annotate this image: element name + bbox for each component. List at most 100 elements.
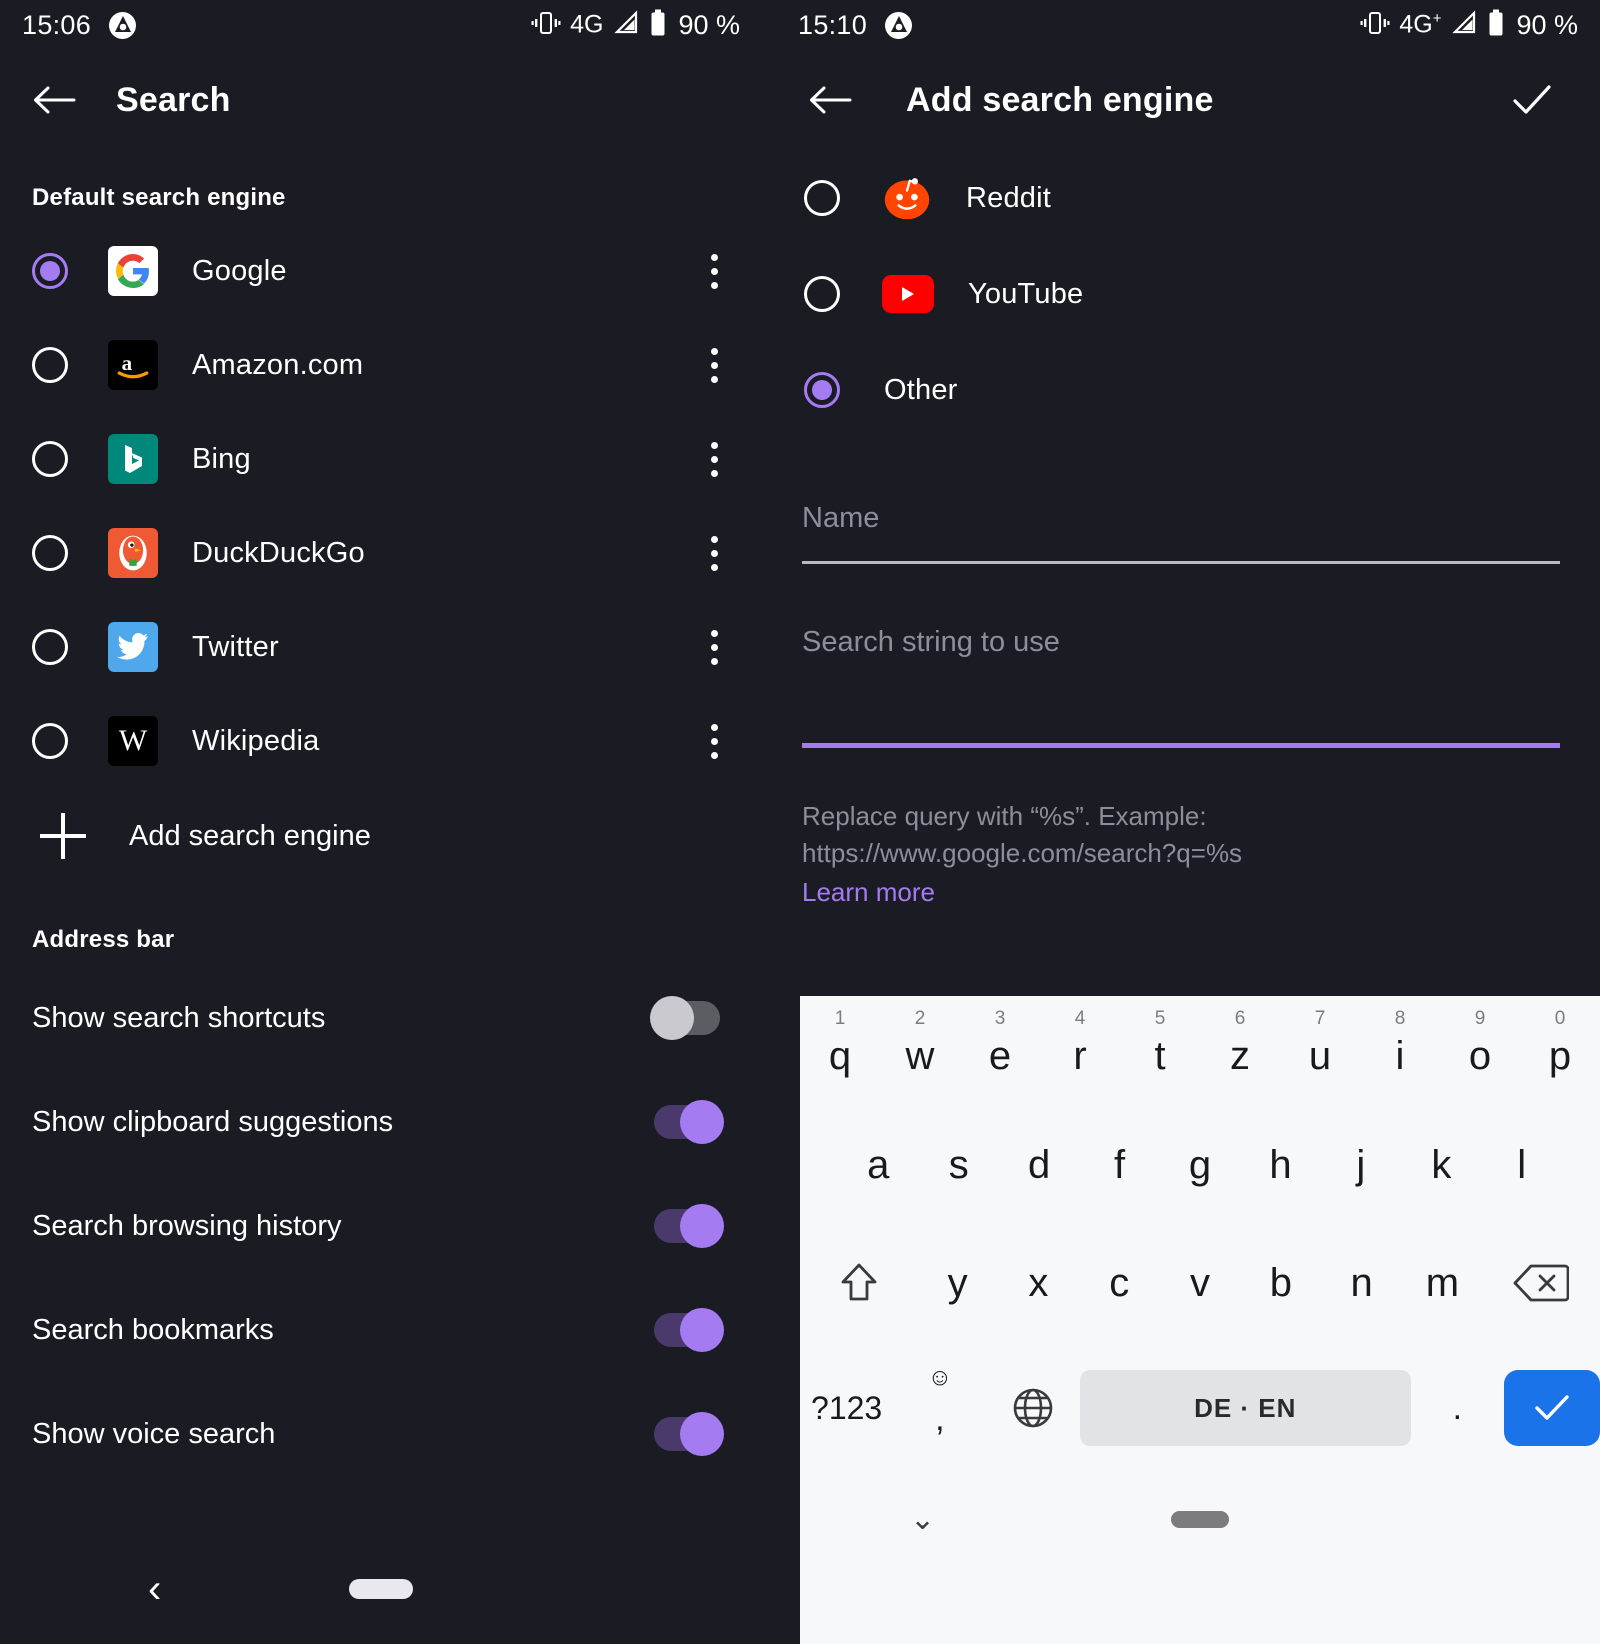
key-p[interactable]: 0p (1520, 1006, 1600, 1106)
toggle-show-voice-search[interactable] (654, 1412, 724, 1456)
status-bar-left: 15:06 4G 90 % (0, 0, 762, 50)
helper-text: Replace query with “%s”. Example: https:… (802, 798, 1560, 911)
overflow-menu-icon[interactable] (692, 333, 736, 397)
overflow-menu-icon[interactable] (692, 427, 736, 491)
comma-key[interactable]: ☺ , (893, 1342, 986, 1474)
nav-home-pill[interactable] (1171, 1510, 1229, 1528)
overflow-menu-icon[interactable] (692, 239, 736, 303)
setting-label: Show search shortcuts (32, 1001, 326, 1034)
radio-bing[interactable] (32, 441, 68, 477)
nav-home-pill[interactable] (349, 1579, 413, 1599)
key-a[interactable]: a (838, 1106, 918, 1224)
option-row-other[interactable]: Other (762, 342, 1600, 438)
key-b[interactable]: b (1240, 1224, 1321, 1342)
key-m[interactable]: m (1402, 1224, 1483, 1342)
engine-row-amazon[interactable]: a Amazon.com (0, 318, 762, 412)
radio-other[interactable] (804, 372, 840, 408)
key-f[interactable]: f (1079, 1106, 1159, 1224)
search-string-field-placeholder[interactable]: Search string to use (802, 626, 1560, 659)
symbols-key[interactable]: ?123 (800, 1342, 893, 1474)
radio-duckduckgo[interactable] (32, 535, 68, 571)
key-o[interactable]: 9o (1440, 1006, 1520, 1106)
app-bar-right: Add search engine (762, 50, 1600, 150)
overflow-menu-icon[interactable] (692, 615, 736, 679)
back-arrow-icon[interactable] (26, 72, 82, 128)
signal-icon (1450, 9, 1478, 41)
setting-label: Search browsing history (32, 1209, 342, 1242)
shift-icon[interactable] (800, 1224, 917, 1342)
battery-icon (649, 9, 667, 42)
option-row-youtube[interactable]: YouTube (762, 246, 1600, 342)
duckduckgo-icon (108, 528, 158, 578)
key-l[interactable]: l (1482, 1106, 1562, 1224)
overflow-menu-icon[interactable] (692, 709, 736, 773)
setting-show-clipboard-suggestions[interactable]: Show clipboard suggestions (0, 1070, 762, 1174)
space-bar[interactable]: DE · EN (1079, 1370, 1411, 1446)
key-w[interactable]: 2w (880, 1006, 960, 1106)
key-y[interactable]: y (917, 1224, 998, 1342)
collapse-keyboard-icon[interactable]: ⌄ (910, 1502, 935, 1537)
status-time: 15:10 (798, 9, 868, 40)
key-q[interactable]: 1q (800, 1006, 880, 1106)
radio-youtube[interactable] (804, 276, 840, 312)
key-h[interactable]: h (1240, 1106, 1320, 1224)
toggle-search-bookmarks[interactable] (654, 1308, 724, 1352)
setting-show-search-shortcuts[interactable]: Show search shortcuts (0, 966, 762, 1070)
option-row-reddit[interactable]: Reddit (762, 150, 1600, 246)
backspace-icon[interactable] (1483, 1224, 1600, 1342)
option-label: Reddit (966, 181, 1052, 214)
radio-twitter[interactable] (32, 629, 68, 665)
engine-row-wikipedia[interactable]: W Wikipedia (0, 694, 762, 788)
enter-check-icon[interactable] (1504, 1370, 1600, 1446)
key-s[interactable]: s (918, 1106, 998, 1224)
toggle-show-search-shortcuts[interactable] (650, 996, 720, 1040)
helper-line-1: Replace query with “%s”. Example: (802, 801, 1207, 831)
toggle-show-clipboard-suggestions[interactable] (654, 1100, 724, 1144)
key-c[interactable]: c (1079, 1224, 1160, 1342)
radio-wikipedia[interactable] (32, 723, 68, 759)
period-key[interactable]: . (1411, 1342, 1504, 1474)
key-u[interactable]: 7u (1280, 1006, 1360, 1106)
key-v[interactable]: v (1160, 1224, 1241, 1342)
key-j[interactable]: j (1321, 1106, 1401, 1224)
name-field-placeholder[interactable]: Name (802, 502, 1560, 535)
toggle-search-browsing-history[interactable] (654, 1204, 724, 1248)
key-x[interactable]: x (998, 1224, 1079, 1342)
engine-row-bing[interactable]: Bing (0, 412, 762, 506)
setting-show-voice-search[interactable]: Show voice search (0, 1382, 762, 1486)
add-search-engine-button[interactable]: Add search engine (0, 788, 762, 884)
page-title: Search (116, 80, 231, 119)
setting-search-bookmarks[interactable]: Search bookmarks (0, 1278, 762, 1382)
engine-label: Wikipedia (192, 724, 320, 757)
globe-icon[interactable] (987, 1342, 1080, 1474)
checkmark-icon[interactable] (1504, 72, 1560, 128)
nav-back-icon[interactable]: ‹ (148, 1569, 161, 1609)
signal-icon (612, 9, 640, 41)
key-d[interactable]: d (999, 1106, 1079, 1224)
learn-more-link[interactable]: Learn more (802, 874, 1560, 911)
key-e[interactable]: 3e (960, 1006, 1040, 1106)
option-label: Other (884, 373, 958, 406)
status-indicators: 4G 90 % (531, 9, 740, 42)
radio-amazon[interactable] (32, 347, 68, 383)
back-arrow-icon[interactable] (802, 72, 858, 128)
key-r[interactable]: 4r (1040, 1006, 1120, 1106)
engine-row-duckduckgo[interactable]: DuckDuckGo (0, 506, 762, 600)
add-search-engine-screen: 15:10 4G+ 90 % Add search engine Reddit … (762, 0, 1600, 1644)
key-n[interactable]: n (1321, 1224, 1402, 1342)
key-g[interactable]: g (1160, 1106, 1240, 1224)
key-i[interactable]: 8i (1360, 1006, 1440, 1106)
key-t[interactable]: 5t (1120, 1006, 1200, 1106)
engine-label: Bing (192, 442, 251, 475)
engine-row-google[interactable]: Google (0, 224, 762, 318)
amazon-icon: a (108, 340, 158, 390)
overflow-menu-icon[interactable] (692, 521, 736, 585)
keyboard-row-2: a s d f g h j k l (800, 1106, 1600, 1224)
keyboard-row-4: ?123 ☺ , DE · EN . (800, 1342, 1600, 1474)
key-z[interactable]: 6z (1200, 1006, 1280, 1106)
radio-reddit[interactable] (804, 180, 840, 216)
engine-row-twitter[interactable]: Twitter (0, 600, 762, 694)
radio-google[interactable] (32, 253, 68, 289)
setting-search-browsing-history[interactable]: Search browsing history (0, 1174, 762, 1278)
key-k[interactable]: k (1401, 1106, 1481, 1224)
